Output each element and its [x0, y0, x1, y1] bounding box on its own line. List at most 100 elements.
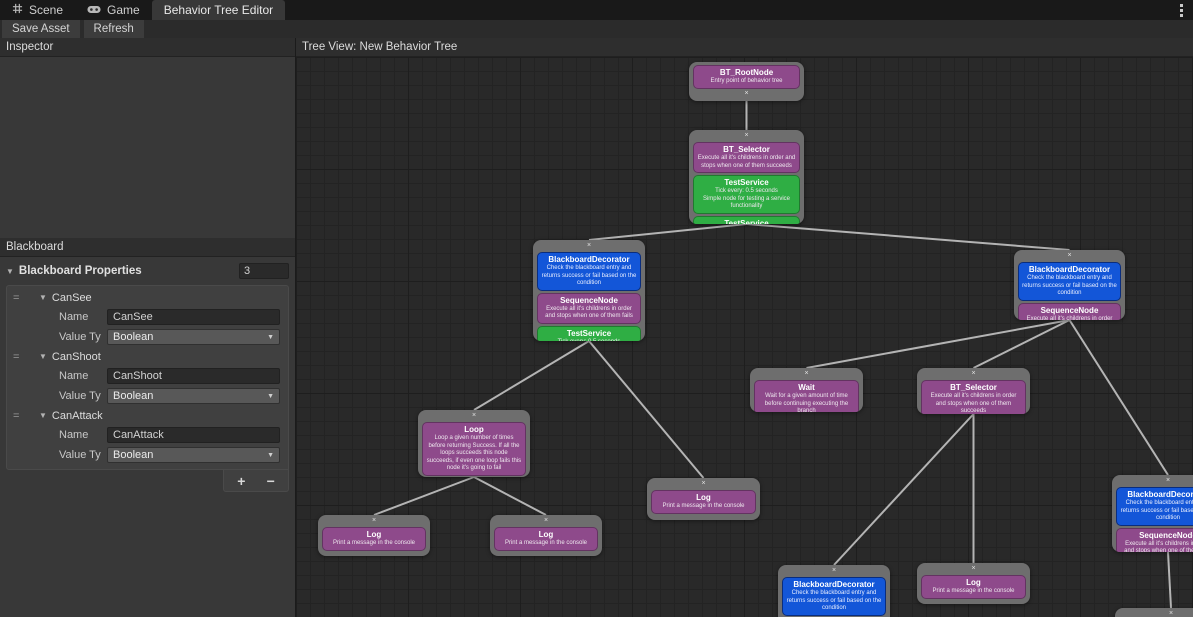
tree-canvas[interactable]: BT_RootNode Entry point of behavior tree ×… [296, 57, 1193, 617]
bt-node-sequence-edge[interactable]: ×BlackboardDecoratorCheck the blackboard… [1112, 475, 1193, 552]
bt-node-selector-main[interactable]: × BT_Selector Execute all it's childrens i… [689, 130, 804, 224]
value-type-field-label: Value Ty [59, 449, 101, 461]
node-block-title: BlackboardDecorator [1028, 265, 1111, 274]
node-block-description: Execute all it's childrens in order and … [1124, 540, 1193, 553]
bt-node-sequence-left[interactable]: × BlackboardDecorator Check the blackboard… [533, 240, 645, 341]
node-block-description: Simple node for testing a service functi… [702, 195, 791, 210]
foldout-arrow-icon[interactable]: ▼ [39, 411, 47, 420]
node-input-port[interactable]: × [1119, 610, 1193, 617]
bt-node-log-2[interactable]: × Log Print a message in the console [490, 515, 602, 556]
node-input-port[interactable]: × [537, 242, 641, 251]
node-input-port[interactable]: × [921, 370, 1026, 379]
bt-node-root[interactable]: BT_RootNode Entry point of behavior tree × [689, 62, 804, 101]
node-block-bt_selector[interactable]: BT_Selector Execute all it's childrens in… [921, 380, 1026, 414]
unity-window: Scene Game Behavior Tree Editor Save Ass… [0, 0, 1193, 617]
node-input-port[interactable]: × [422, 412, 526, 421]
node-input-port[interactable]: × [1018, 252, 1121, 261]
node-block-testservice[interactable]: TestServiceTick every: 0.5 secondsSimple… [537, 325, 641, 341]
node-block-bt_rootnode[interactable]: BT_RootNode Entry point of behavior tree [693, 65, 800, 89]
value-type-selected-label: Boolean [113, 390, 154, 402]
entry-name-input[interactable] [107, 309, 280, 325]
foldout-arrow-icon[interactable]: ▼ [39, 352, 47, 361]
node-block-blackboarddecorator[interactable]: BlackboardDecoratorCheck the blackboard … [1018, 262, 1121, 301]
node-input-port[interactable]: × [754, 370, 859, 379]
node-block-title: BlackboardDecorator [548, 255, 630, 264]
tab-game[interactable]: Game [75, 0, 152, 20]
entry-header: = ▼ CanAttack [7, 406, 288, 425]
node-input-port[interactable]: × [322, 517, 426, 526]
value-type-dropdown[interactable]: Boolean ▼ [107, 447, 280, 463]
blackboard-properties-row: ▼ Blackboard Properties [0, 261, 295, 281]
node-block-description: Print a message in the console [504, 540, 588, 546]
node-block-blackboarddecorator[interactable]: BlackboardDecoratorCheck the blackboard … [782, 577, 886, 616]
node-block-bt_selector[interactable]: BT_Selector Execute all it's childrens in… [693, 142, 800, 173]
node-block-description: Check the blackboard entry and returns s… [786, 590, 882, 611]
bt-node-log-1[interactable]: × Log Print a message in the console [318, 515, 430, 556]
node-block-log[interactable]: Log Print a message in the console [322, 527, 426, 551]
bt-node-log-3[interactable]: × Log Print a message in the console [647, 478, 760, 520]
node-block-blackboarddecorator[interactable]: BlackboardDecoratorCheck the blackboard … [537, 252, 641, 291]
entry-name-input[interactable] [107, 427, 280, 443]
entry-name-row: Name [7, 307, 288, 327]
properties-count-field[interactable] [239, 263, 289, 279]
edge [833, 413, 975, 566]
node-block-sequencenode[interactable]: SequenceNode Execute all it's childrens i… [1116, 527, 1193, 553]
node-block-blackboarddecorator[interactable]: BlackboardDecoratorCheck the blackboard … [1116, 487, 1193, 526]
editor-toolbar: Save Asset Refresh [0, 20, 1193, 38]
tab-behavior-tree-editor[interactable]: Behavior Tree Editor [151, 0, 286, 20]
node-block-testservice[interactable]: TestServiceTick every: 0.5 secondsSimple… [693, 175, 800, 214]
kebab-menu-icon[interactable] [1170, 0, 1193, 20]
remove-property-button[interactable]: − [259, 474, 283, 488]
grid-icon [12, 3, 23, 17]
edge [1068, 319, 1169, 476]
foldout-arrow-icon[interactable]: ▼ [39, 293, 47, 302]
bt-node-log-4[interactable]: × Log Print a message in the console [917, 563, 1030, 604]
node-input-port[interactable]: × [693, 132, 800, 141]
node-input-port[interactable]: × [921, 565, 1026, 574]
drag-handle-icon[interactable]: = [13, 351, 39, 363]
blackboard-footer: + − [223, 470, 289, 492]
foldout-arrow-icon[interactable]: ▼ [6, 267, 14, 276]
bt-node-loop[interactable]: × Loop Loop a given number of times before… [418, 410, 530, 477]
node-block-sequencenode[interactable]: SequenceNode Execute all it's childrens i… [1018, 302, 1121, 321]
node-input-port[interactable]: × [494, 517, 598, 526]
drag-handle-icon[interactable]: = [13, 410, 39, 422]
bt-node-decorator-log[interactable]: × BlackboardDecorator Check the blackboard… [778, 565, 890, 617]
blackboard-entry-cansee: =▼CanSeeNameValue TyBoolean▼ [7, 288, 288, 347]
node-block-sequencenode[interactable]: SequenceNode Execute all it's childrens i… [537, 292, 641, 324]
save-asset-button[interactable]: Save Asset [2, 20, 80, 38]
bt-node-selector-right[interactable]: × BT_Selector Execute all it's childrens i… [917, 368, 1030, 414]
entry-value-type-row: Value Ty Boolean ▼ [7, 386, 288, 406]
entry-key-label: CanShoot [51, 350, 101, 363]
refresh-button[interactable]: Refresh [83, 20, 144, 38]
node-output-port[interactable]: × [693, 90, 800, 99]
tab-scene[interactable]: Scene [0, 0, 75, 20]
node-block-wait[interactable]: Wait Wait for a given amount of time befo… [754, 380, 859, 412]
add-property-button[interactable]: + [229, 474, 253, 488]
node-input-port[interactable]: × [651, 480, 756, 489]
node-block-log[interactable]: Log Print a message in the console [651, 490, 756, 514]
edge [1167, 551, 1172, 609]
node-block-log[interactable]: Log Print a message in the console [921, 575, 1026, 599]
node-block-title: SequenceNode [1139, 530, 1193, 540]
bt-node-wait[interactable]: × Wait Wait for a given amount of time bef… [750, 368, 863, 412]
inspector-content [0, 57, 295, 238]
node-input-port[interactable]: × [1116, 477, 1193, 486]
drag-handle-icon[interactable]: = [13, 292, 39, 304]
value-type-dropdown[interactable]: Boolean ▼ [107, 329, 280, 345]
value-type-dropdown[interactable]: Boolean ▼ [107, 388, 280, 404]
entry-key-label: CanAttack [51, 409, 103, 422]
node-block-title: Wait [798, 383, 815, 392]
node-block-description: Execute all it's childrens in order and … [930, 393, 1017, 414]
node-output-port[interactable]: × [422, 477, 526, 478]
node-block-description: Execute all it's childrens in order and … [1026, 315, 1113, 321]
name-field-label: Name [59, 370, 89, 382]
bt-node-sequence-right[interactable]: × BlackboardDecorator Check the blackboard… [1014, 250, 1125, 320]
entry-name-input[interactable] [107, 368, 280, 384]
node-block-loop[interactable]: Loop Loop a given number of times before … [422, 422, 526, 476]
node-block-testservice[interactable]: TestServiceTick every: 0.5 secondsSimple… [693, 215, 800, 224]
node-block-log[interactable]: Log Print a message in the console [494, 527, 598, 551]
bt-node-partial-node[interactable]: × [1115, 608, 1193, 617]
node-input-port[interactable]: × [782, 567, 886, 576]
chevron-down-icon: ▼ [267, 392, 274, 400]
